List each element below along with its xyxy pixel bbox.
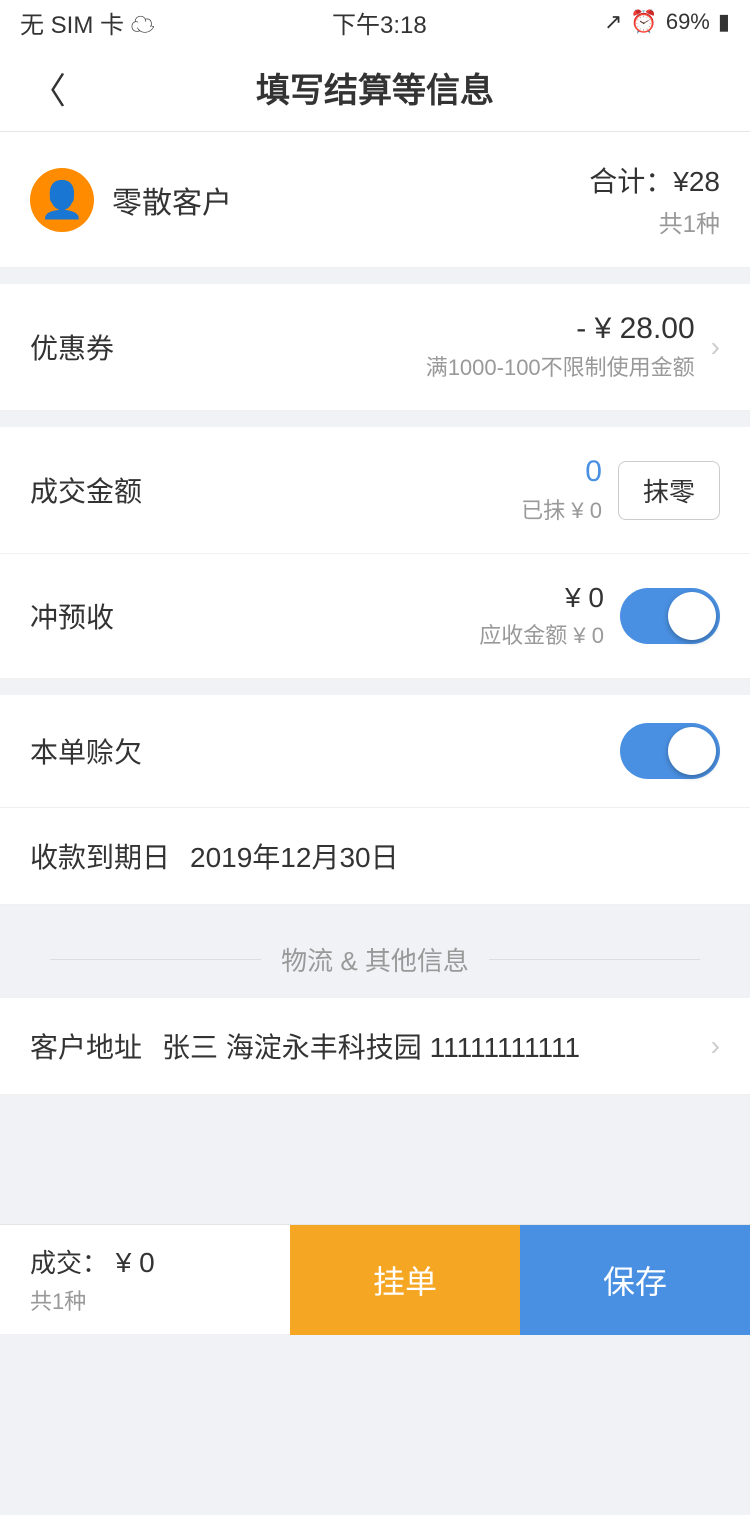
divider-1 bbox=[0, 268, 750, 284]
prepay-value-stack: ¥ 0 应收金额 ¥ 0 bbox=[479, 582, 604, 650]
sim-status: 无 SIM 卡 ☁ bbox=[20, 5, 155, 40]
bottom-deal-label: 成交： bbox=[30, 1248, 108, 1278]
due-date-row: 收款到期日 2019年12月30日 bbox=[0, 808, 750, 905]
status-bar: 无 SIM 卡 ☁ 下午3:18 ↗ ⏰ 69% ▮ bbox=[0, 0, 750, 44]
debit-label: 本单赊欠 bbox=[30, 731, 142, 771]
deal-amount-value: 0 bbox=[521, 455, 602, 489]
due-date-value: 2019年12月30日 bbox=[190, 836, 399, 876]
divider-2 bbox=[0, 411, 750, 427]
toggle-knob bbox=[668, 592, 716, 640]
customer-left: 👤 零散客户 bbox=[30, 168, 232, 232]
prepay-label: 冲预收 bbox=[30, 596, 114, 636]
deal-amount-subtext: 已抹 ¥ 0 bbox=[521, 493, 602, 525]
customer-row: 👤 零散客户 合计：¥28 共1种 bbox=[0, 132, 750, 268]
bottom-deal-line: 成交： ¥ 0 bbox=[30, 1243, 260, 1280]
battery-level: 69% bbox=[666, 9, 710, 35]
customer-card: 👤 零散客户 合计：¥28 共1种 bbox=[0, 132, 750, 268]
prepay-row: 冲预收 ¥ 0 应收金额 ¥ 0 bbox=[0, 554, 750, 679]
coupon-card[interactable]: 优惠券 - ¥ 28.00 满1000-100不限制使用金额 › bbox=[0, 284, 750, 411]
bottom-info: 成交： ¥ 0 共1种 bbox=[0, 1243, 290, 1316]
coupon-value-stack: - ¥ 28.00 满1000-100不限制使用金额 bbox=[426, 312, 695, 382]
prepay-subtext: 应收金额 ¥ 0 bbox=[479, 618, 604, 650]
status-time: 下午3:18 bbox=[332, 5, 427, 40]
logistics-section-header: 物流 & 其他信息 bbox=[0, 921, 750, 998]
address-left: 客户地址 张三 海淀永丰科技园 11111111111 bbox=[30, 1026, 580, 1066]
debit-card: 本单赊欠 收款到期日 2019年12月30日 bbox=[0, 695, 750, 905]
divider-3 bbox=[0, 679, 750, 695]
page-title: 填写结算等信息 bbox=[256, 63, 494, 112]
deal-amount-right: 0 已抹 ¥ 0 抹零 bbox=[521, 455, 720, 525]
avatar: 👤 bbox=[30, 168, 94, 232]
round-zero-button[interactable]: 抹零 bbox=[618, 461, 720, 520]
address-row[interactable]: 客户地址 张三 海淀永丰科技园 11111111111 › bbox=[0, 998, 750, 1095]
nav-bar: 〈 填写结算等信息 bbox=[0, 44, 750, 132]
address-label: 客户地址 bbox=[30, 1026, 142, 1066]
chevron-right-icon: › bbox=[711, 331, 720, 363]
debit-toggle-knob bbox=[668, 727, 716, 775]
customer-name: 零散客户 bbox=[112, 178, 232, 222]
save-button[interactable]: 保存 bbox=[520, 1225, 750, 1335]
prepay-toggle[interactable] bbox=[620, 588, 720, 644]
location-icon: ↗ bbox=[604, 9, 622, 35]
bottom-deal-value: ¥ 0 bbox=[116, 1247, 155, 1278]
debit-right bbox=[620, 723, 720, 779]
section-header-label: 物流 & 其他信息 bbox=[281, 941, 469, 978]
coupon-subtext: 满1000-100不限制使用金额 bbox=[426, 350, 695, 382]
coupon-value: - ¥ 28.00 bbox=[426, 312, 695, 346]
status-right: ↗ ⏰ 69% ▮ bbox=[604, 9, 730, 35]
alarm-icon: ⏰ bbox=[630, 9, 657, 35]
deal-amount-value-stack: 0 已抹 ¥ 0 bbox=[521, 455, 602, 525]
prepay-right: ¥ 0 应收金额 ¥ 0 bbox=[479, 582, 720, 650]
address-chevron-icon: › bbox=[711, 1030, 720, 1062]
deal-amount-row: 成交金额 0 已抹 ¥ 0 抹零 bbox=[0, 427, 750, 554]
divider-4 bbox=[0, 905, 750, 921]
bottom-count: 共1种 bbox=[30, 1284, 260, 1316]
address-value: 张三 海淀永丰科技园 11111111111 bbox=[162, 1026, 580, 1066]
debit-toggle[interactable] bbox=[620, 723, 720, 779]
coupon-label: 优惠券 bbox=[30, 327, 114, 367]
back-button[interactable]: 〈 bbox=[30, 62, 66, 114]
person-icon: 👤 bbox=[40, 179, 85, 221]
battery-icon: ▮ bbox=[718, 9, 730, 35]
coupon-row[interactable]: 优惠券 - ¥ 28.00 满1000-100不限制使用金额 › bbox=[0, 284, 750, 411]
hold-button[interactable]: 挂单 bbox=[290, 1225, 520, 1335]
deal-amount-label: 成交金额 bbox=[30, 470, 142, 510]
due-date-label: 收款到期日 bbox=[30, 836, 170, 876]
customer-right: 合计：¥28 共1种 bbox=[589, 160, 720, 239]
prepay-value: ¥ 0 bbox=[479, 582, 604, 614]
customer-count: 共1种 bbox=[589, 204, 720, 239]
deal-amount-card: 成交金额 0 已抹 ¥ 0 抹零 冲预收 ¥ 0 应收金额 ¥ 0 bbox=[0, 427, 750, 679]
status-left: 无 SIM 卡 ☁ bbox=[20, 5, 155, 40]
debit-row: 本单赊欠 bbox=[0, 695, 750, 808]
coupon-right: - ¥ 28.00 满1000-100不限制使用金额 › bbox=[426, 312, 720, 382]
customer-total: 合计：¥28 bbox=[589, 160, 720, 200]
bottom-bar: 成交： ¥ 0 共1种 挂单 保存 bbox=[0, 1224, 750, 1334]
address-card[interactable]: 客户地址 张三 海淀永丰科技园 11111111111 › bbox=[0, 998, 750, 1095]
